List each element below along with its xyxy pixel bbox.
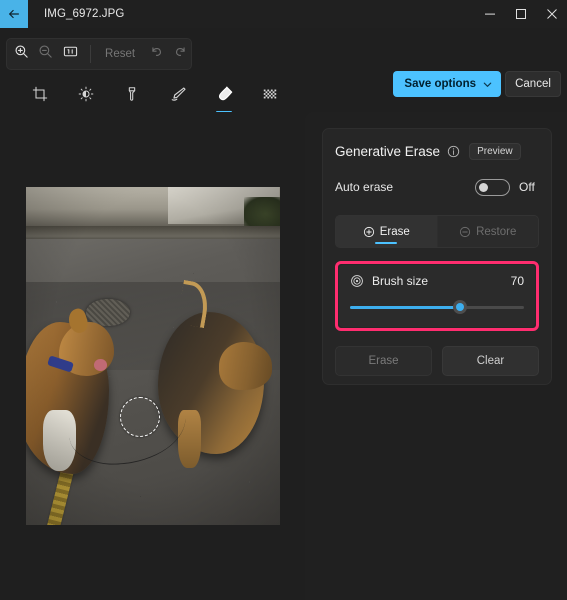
edit-tool-tabs: [0, 80, 310, 113]
undo-button[interactable]: [146, 41, 166, 67]
zoom-toolbar: Reset: [6, 38, 192, 70]
brush-size-header: Brush size 70: [350, 274, 524, 288]
save-options-label: Save options: [404, 78, 476, 90]
crop-icon: [32, 86, 48, 107]
back-arrow-icon: [7, 7, 21, 21]
image-canvas[interactable]: [0, 112, 305, 600]
brush-size-icon: [350, 274, 364, 288]
tab-markup-tool[interactable]: [163, 82, 193, 110]
tab-background-tool[interactable]: [255, 82, 285, 110]
toggle-knob: [479, 182, 488, 192]
auto-erase-label: Auto erase: [335, 180, 394, 194]
pen-icon: [170, 85, 187, 107]
slider-thumb[interactable]: [452, 300, 467, 314]
brush-size-section: Brush size 70: [339, 265, 535, 327]
info-icon[interactable]: [447, 145, 460, 158]
brightness-icon: [78, 86, 94, 107]
plus-circle-icon: [363, 226, 375, 238]
reset-button[interactable]: Reset: [98, 44, 142, 64]
fit-to-screen-icon: [63, 44, 78, 64]
tab-restore-mode-label: Restore: [476, 225, 517, 238]
document-title: IMG_6972.JPG: [44, 8, 125, 20]
auto-erase-row: Auto erase Off: [335, 177, 539, 197]
brush-size-label: Brush size: [372, 274, 429, 288]
photo-preview[interactable]: [25, 187, 280, 525]
zoom-out-button[interactable]: [35, 41, 55, 67]
panel-header: Generative Erase Preview: [335, 143, 539, 160]
clear-action-button[interactable]: Clear: [442, 346, 539, 376]
tab-erase-mode-label: Erase: [379, 225, 410, 238]
minus-circle-icon: [459, 226, 471, 238]
tab-erase-mode[interactable]: Erase: [336, 216, 437, 247]
back-button[interactable]: [0, 0, 28, 28]
auto-erase-state: Off: [519, 180, 535, 194]
title-bar: IMG_6972.JPG: [0, 0, 567, 28]
close-button[interactable]: [536, 0, 567, 28]
tool-options-panel: Generative Erase Preview Auto erase Off: [305, 112, 567, 600]
erase-action-button[interactable]: Erase: [335, 346, 432, 376]
tab-filter-tool[interactable]: [117, 82, 147, 110]
erase-icon: [216, 85, 233, 107]
zoom-in-icon: [14, 44, 29, 64]
undo-icon: [149, 44, 164, 64]
generative-erase-card: Generative Erase Preview Auto erase Off: [322, 128, 552, 385]
photo-dog-left-tongue: [94, 359, 107, 372]
slider-fill: [350, 306, 460, 309]
auto-erase-toggle[interactable]: [475, 178, 510, 196]
window-controls: [474, 0, 567, 28]
toolbar-divider: [90, 45, 92, 63]
background-blur-icon: [262, 86, 278, 107]
save-options-button[interactable]: Save options: [393, 71, 501, 97]
page-title: Generative Erase: [335, 144, 441, 159]
tab-adjustment-tool[interactable]: [71, 82, 101, 110]
action-buttons: Erase Clear: [335, 346, 539, 376]
brush-size-slider[interactable]: [350, 300, 524, 314]
redo-button[interactable]: [171, 41, 191, 67]
tab-erase-tool[interactable]: [209, 82, 239, 113]
zoom-out-icon: [38, 44, 53, 64]
fit-to-screen-button[interactable]: [60, 41, 80, 67]
minimize-button[interactable]: [474, 0, 505, 28]
brush-size-value: 70: [510, 274, 524, 288]
chevron-down-icon: [482, 79, 493, 90]
command-bar: Reset Save options Cancel: [0, 28, 567, 97]
photo-dog-right-head: [218, 342, 272, 390]
tab-restore-mode[interactable]: Restore: [437, 216, 538, 247]
brush-circle-cursor: [119, 396, 160, 437]
cancel-button[interactable]: Cancel: [505, 71, 561, 97]
tab-crop-tool[interactable]: [25, 82, 55, 110]
preview-badge: Preview: [469, 143, 521, 160]
mode-tab-group: Erase Restore: [335, 215, 539, 248]
zoom-in-button[interactable]: [11, 41, 31, 67]
redo-icon: [173, 44, 188, 64]
maximize-button[interactable]: [505, 0, 536, 28]
brush-size-highlight: Brush size 70: [335, 261, 539, 331]
filter-icon: [124, 86, 140, 107]
